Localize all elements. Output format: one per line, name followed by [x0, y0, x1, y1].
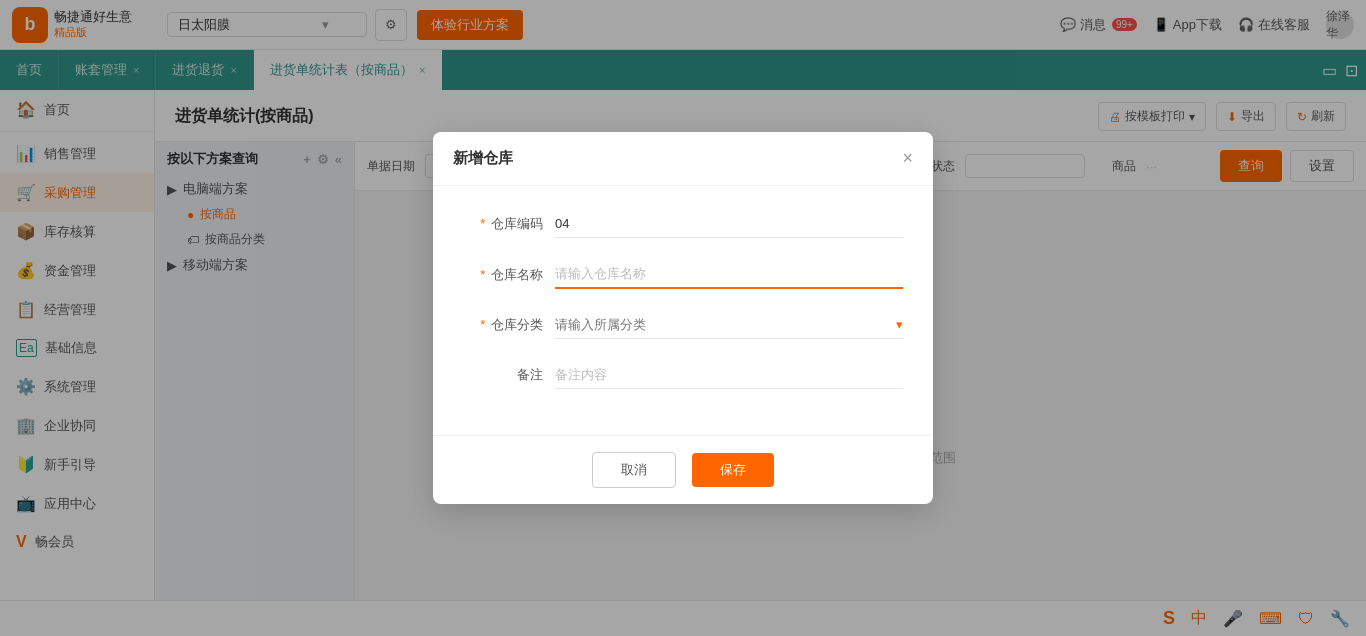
- remark-label: 备注: [463, 366, 543, 384]
- form-row-remark: 备注: [463, 361, 903, 389]
- modal-header: 新增仓库 ×: [433, 132, 933, 186]
- category-dropdown-icon: ▾: [896, 317, 903, 332]
- category-label: * 仓库分类: [463, 316, 543, 334]
- cancel-button[interactable]: 取消: [592, 452, 676, 488]
- code-label: * 仓库编码: [463, 215, 543, 233]
- modal-body: * 仓库编码 * 仓库名称 * 仓库分类: [433, 186, 933, 435]
- form-row-code: * 仓库编码: [463, 210, 903, 238]
- modal-footer: 取消 保存: [433, 435, 933, 504]
- category-select-wrap[interactable]: ▾: [555, 311, 903, 339]
- category-required: *: [480, 317, 485, 332]
- form-row-category: * 仓库分类 ▾: [463, 311, 903, 339]
- modal-close-icon[interactable]: ×: [902, 148, 913, 169]
- category-select-input[interactable]: [555, 317, 896, 332]
- remark-input[interactable]: [555, 361, 903, 389]
- warehouse-code-input[interactable]: [555, 210, 903, 238]
- modal-title: 新增仓库: [453, 149, 513, 168]
- name-required: *: [480, 267, 485, 282]
- name-label: * 仓库名称: [463, 266, 543, 284]
- form-row-name: * 仓库名称: [463, 260, 903, 289]
- save-button[interactable]: 保存: [692, 453, 774, 487]
- new-warehouse-modal: 新增仓库 × * 仓库编码 * 仓库名称: [433, 132, 933, 504]
- code-required: *: [480, 216, 485, 231]
- warehouse-name-input[interactable]: [555, 260, 903, 289]
- modal-overlay[interactable]: 新增仓库 × * 仓库编码 * 仓库名称: [0, 0, 1366, 636]
